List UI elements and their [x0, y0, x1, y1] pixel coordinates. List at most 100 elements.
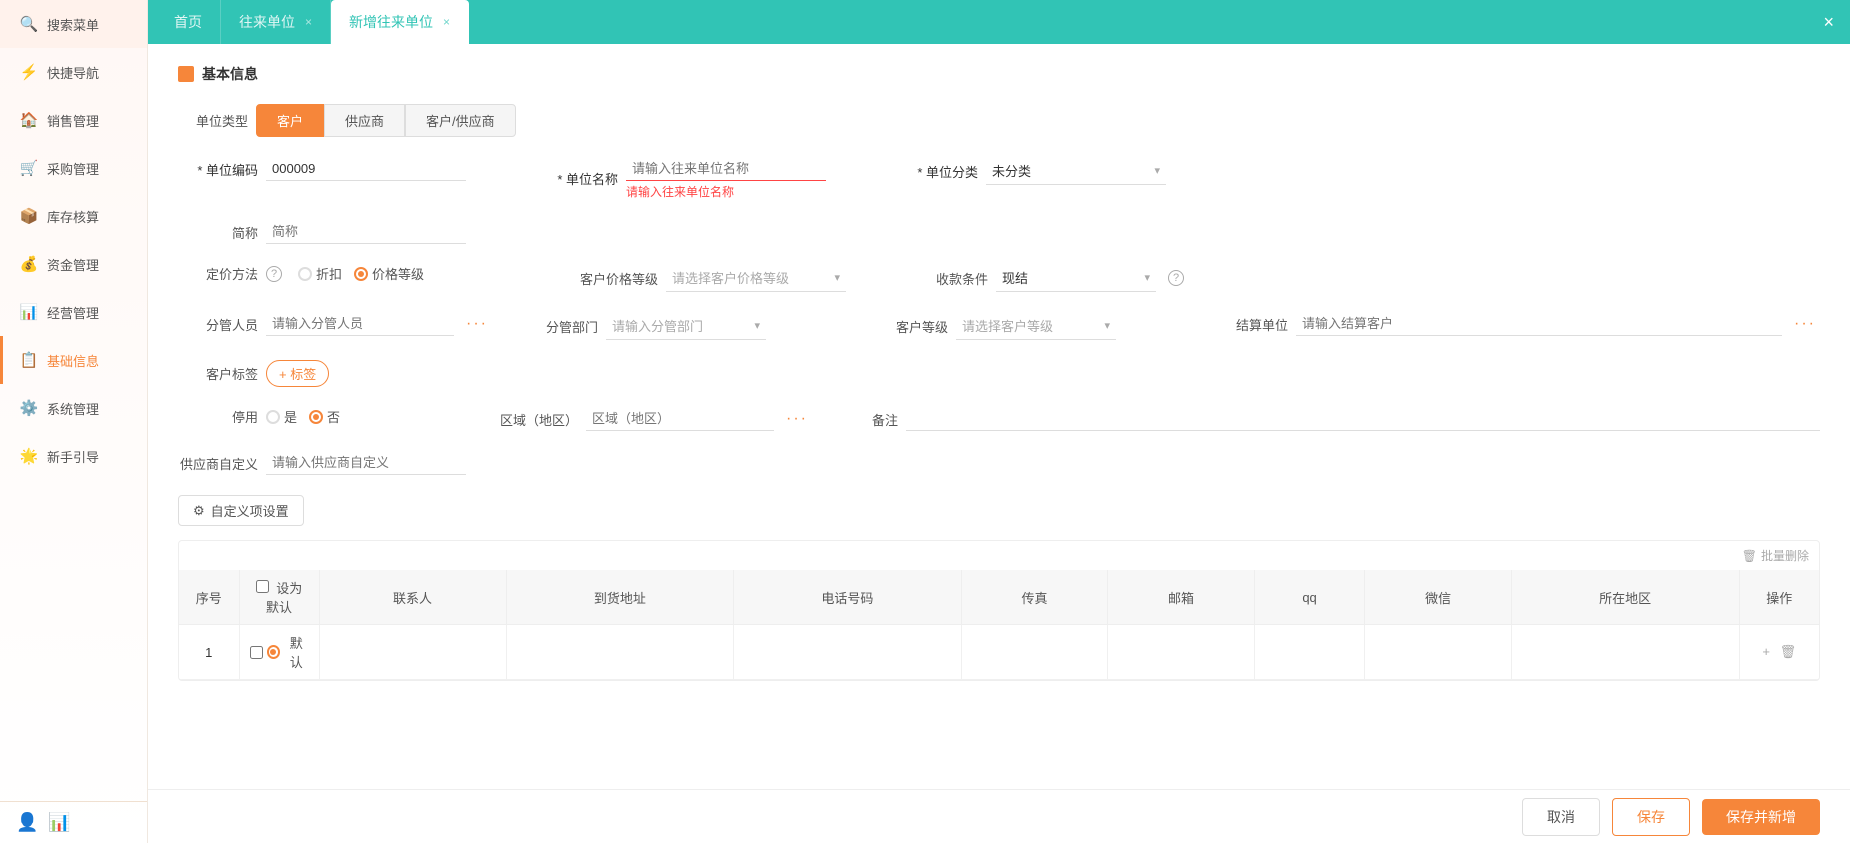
row-contact [319, 625, 506, 680]
row-default-radio-circle [267, 645, 280, 659]
tab-partners-close[interactable]: × [305, 15, 312, 29]
col-qq: qq [1254, 570, 1365, 625]
row-seq: 1 [179, 625, 239, 680]
unit-btn-both[interactable]: 客户/供应商 [405, 104, 516, 137]
disabled-no-circle [309, 410, 323, 424]
tab-new-partner[interactable]: 新增往来单位 × [331, 0, 469, 44]
contact-table-wrap: 🗑 批量删除 序号 设为默认 联系人 到货地址 电话号码 传真 [178, 540, 1820, 681]
tabbar-close-btn[interactable]: × [1815, 12, 1842, 33]
pricing-radio-level[interactable]: 价格等级 [354, 264, 424, 283]
tab-new-partner-close[interactable]: × [443, 15, 450, 29]
batch-delete-button[interactable]: 🗑 批量删除 [1742, 547, 1809, 564]
finance-icon: 💰 [19, 254, 39, 274]
sidebar-item-label: 快捷导航 [47, 63, 99, 82]
region-input[interactable] [586, 407, 774, 431]
manager-label: 分管人员 [178, 315, 258, 334]
col-email: 邮箱 [1108, 570, 1255, 625]
sidebar-item-quick-nav[interactable]: ⚡ 快捷导航 [0, 48, 147, 96]
custom-settings-button[interactable]: ⚙ 自定义项设置 [178, 495, 304, 526]
pricing-help-icon[interactable]: ? [266, 266, 282, 282]
settlement-unit-more-btn[interactable]: ··· [1790, 315, 1820, 333]
customer-level-select[interactable]: 请选择客户等级 ▾ [956, 312, 1116, 340]
disabled-label: 停用 [178, 407, 258, 426]
sidebar-item-label: 销售管理 [47, 111, 99, 130]
save-button[interactable]: 保存 [1612, 798, 1690, 836]
sidebar-item-purchase[interactable]: 🛒 采购管理 [0, 144, 147, 192]
pricing-method-label: 定价方法 [178, 264, 258, 283]
customer-price-level-label: 客户价格等级 [568, 269, 658, 288]
save-new-button[interactable]: 保存并新增 [1702, 799, 1820, 835]
row-qq [1254, 625, 1365, 680]
unit-type-row: 单位类型 客户 供应商 客户/供应商 [178, 104, 1820, 137]
region-more-btn[interactable]: ··· [782, 410, 812, 428]
batch-delete-label: 批量删除 [1761, 547, 1809, 564]
payment-terms-help-icon[interactable]: ? [1168, 270, 1184, 286]
row-default-radio[interactable]: 默认 [267, 633, 309, 671]
payment-terms-select[interactable]: 现结 ▾ [996, 264, 1156, 292]
disabled-radio-yes[interactable]: 是 [266, 407, 297, 426]
manager-input[interactable] [266, 312, 454, 336]
add-tag-button[interactable]: + 标签 [266, 360, 329, 387]
sidebar-item-label: 搜索菜单 [47, 15, 99, 34]
pricing-radio-discount-label: 折扣 [316, 264, 342, 283]
notes-input[interactable] [906, 407, 1820, 431]
customer-price-level-select[interactable]: 请选择客户价格等级 ▾ [666, 264, 846, 292]
pricing-row: 定价方法 ? 折扣 价格等级 客户价格等级 请选择客户价格等级 [178, 264, 1820, 292]
customer-level-placeholder: 请选择客户等级 [962, 316, 1053, 335]
unit-name-field: * 单位名称 请输入往来单位名称 [518, 157, 878, 200]
department-chevron: ▾ [754, 319, 760, 332]
customer-price-level-placeholder: 请选择客户价格等级 [672, 268, 789, 287]
row-address [506, 625, 734, 680]
col-address: 到货地址 [506, 570, 734, 625]
sidebar-item-label: 系统管理 [47, 399, 99, 418]
settlement-unit-field: 结算单位 ··· [1198, 312, 1820, 336]
row-checkbox[interactable] [250, 646, 263, 659]
supplier-custom-input[interactable] [266, 451, 466, 475]
unit-btn-customer[interactable]: 客户 [256, 104, 324, 137]
settlement-unit-input[interactable] [1296, 312, 1782, 336]
sidebar-item-basic-info[interactable]: 📋 基础信息 [0, 336, 147, 384]
sidebar-item-search[interactable]: 🔍 搜索菜单 [0, 0, 147, 48]
select-all-checkbox[interactable] [256, 580, 269, 593]
disabled-yes-label: 是 [284, 407, 297, 426]
abbr-input[interactable] [266, 220, 466, 244]
cancel-button[interactable]: 取消 [1522, 798, 1600, 836]
unit-code-field: * 单位编码 [178, 157, 518, 181]
manager-field: 分管人员 ··· [178, 312, 518, 336]
sidebar-item-label: 采购管理 [47, 159, 99, 178]
tab-partners[interactable]: 往来单位 × [221, 0, 331, 44]
table-head: 序号 设为默认 联系人 到货地址 电话号码 传真 邮箱 qq 微信 所在地区 [179, 570, 1819, 625]
sidebar-item-finance[interactable]: 💰 资金管理 [0, 240, 147, 288]
customer-tag-label: 客户标签 [178, 364, 258, 383]
sidebar-item-inventory[interactable]: 📦 库存核算 [0, 192, 147, 240]
unit-name-wrapper: 请输入往来单位名称 [626, 157, 826, 200]
sidebar-item-operations[interactable]: 📊 经营管理 [0, 288, 147, 336]
unit-name-input[interactable] [626, 157, 826, 181]
sidebar-item-sales[interactable]: 🏠 销售管理 [0, 96, 147, 144]
contact-table: 序号 设为默认 联系人 到货地址 电话号码 传真 邮箱 qq 微信 所在地区 [179, 570, 1819, 680]
col-seq: 序号 [179, 570, 239, 625]
row-phone [734, 625, 962, 680]
unit-btn-supplier[interactable]: 供应商 [324, 104, 405, 137]
department-select[interactable]: 请输入分管部门 ▾ [606, 312, 766, 340]
sidebar-item-guide[interactable]: 🌟 新手引导 [0, 432, 147, 480]
unit-info-row: * 单位编码 * 单位名称 请输入往来单位名称 * 单位分类 未分类 ▾ [178, 157, 1820, 200]
row-delete-btn[interactable]: 🗑 [1780, 644, 1797, 659]
section-header: 基本信息 [178, 64, 1820, 84]
col-default: 设为默认 [239, 570, 319, 625]
sidebar-item-system[interactable]: ⚙️ 系统管理 [0, 384, 147, 432]
sidebar-user-icon: 👤 [16, 812, 38, 833]
row-add-btn[interactable]: + [1762, 644, 1770, 659]
unit-category-field: * 单位分类 未分类 ▾ [878, 157, 1820, 185]
pricing-radio-discount[interactable]: 折扣 [298, 264, 342, 283]
unit-category-select[interactable]: 未分类 ▾ [986, 157, 1166, 185]
payment-terms-value: 现结 [1002, 268, 1028, 287]
form-content: 基本信息 单位类型 客户 供应商 客户/供应商 * 单位编码 * 单位名称 [148, 44, 1850, 789]
unit-code-input[interactable] [266, 157, 466, 181]
row-default: 默认 [239, 625, 319, 680]
tab-home[interactable]: 首页 [156, 0, 221, 44]
disabled-radio-no[interactable]: 否 [309, 407, 340, 426]
basic-info-icon: 📋 [19, 350, 39, 370]
manager-more-btn[interactable]: ··· [462, 315, 492, 333]
abbr-field: 简称 [178, 220, 518, 244]
